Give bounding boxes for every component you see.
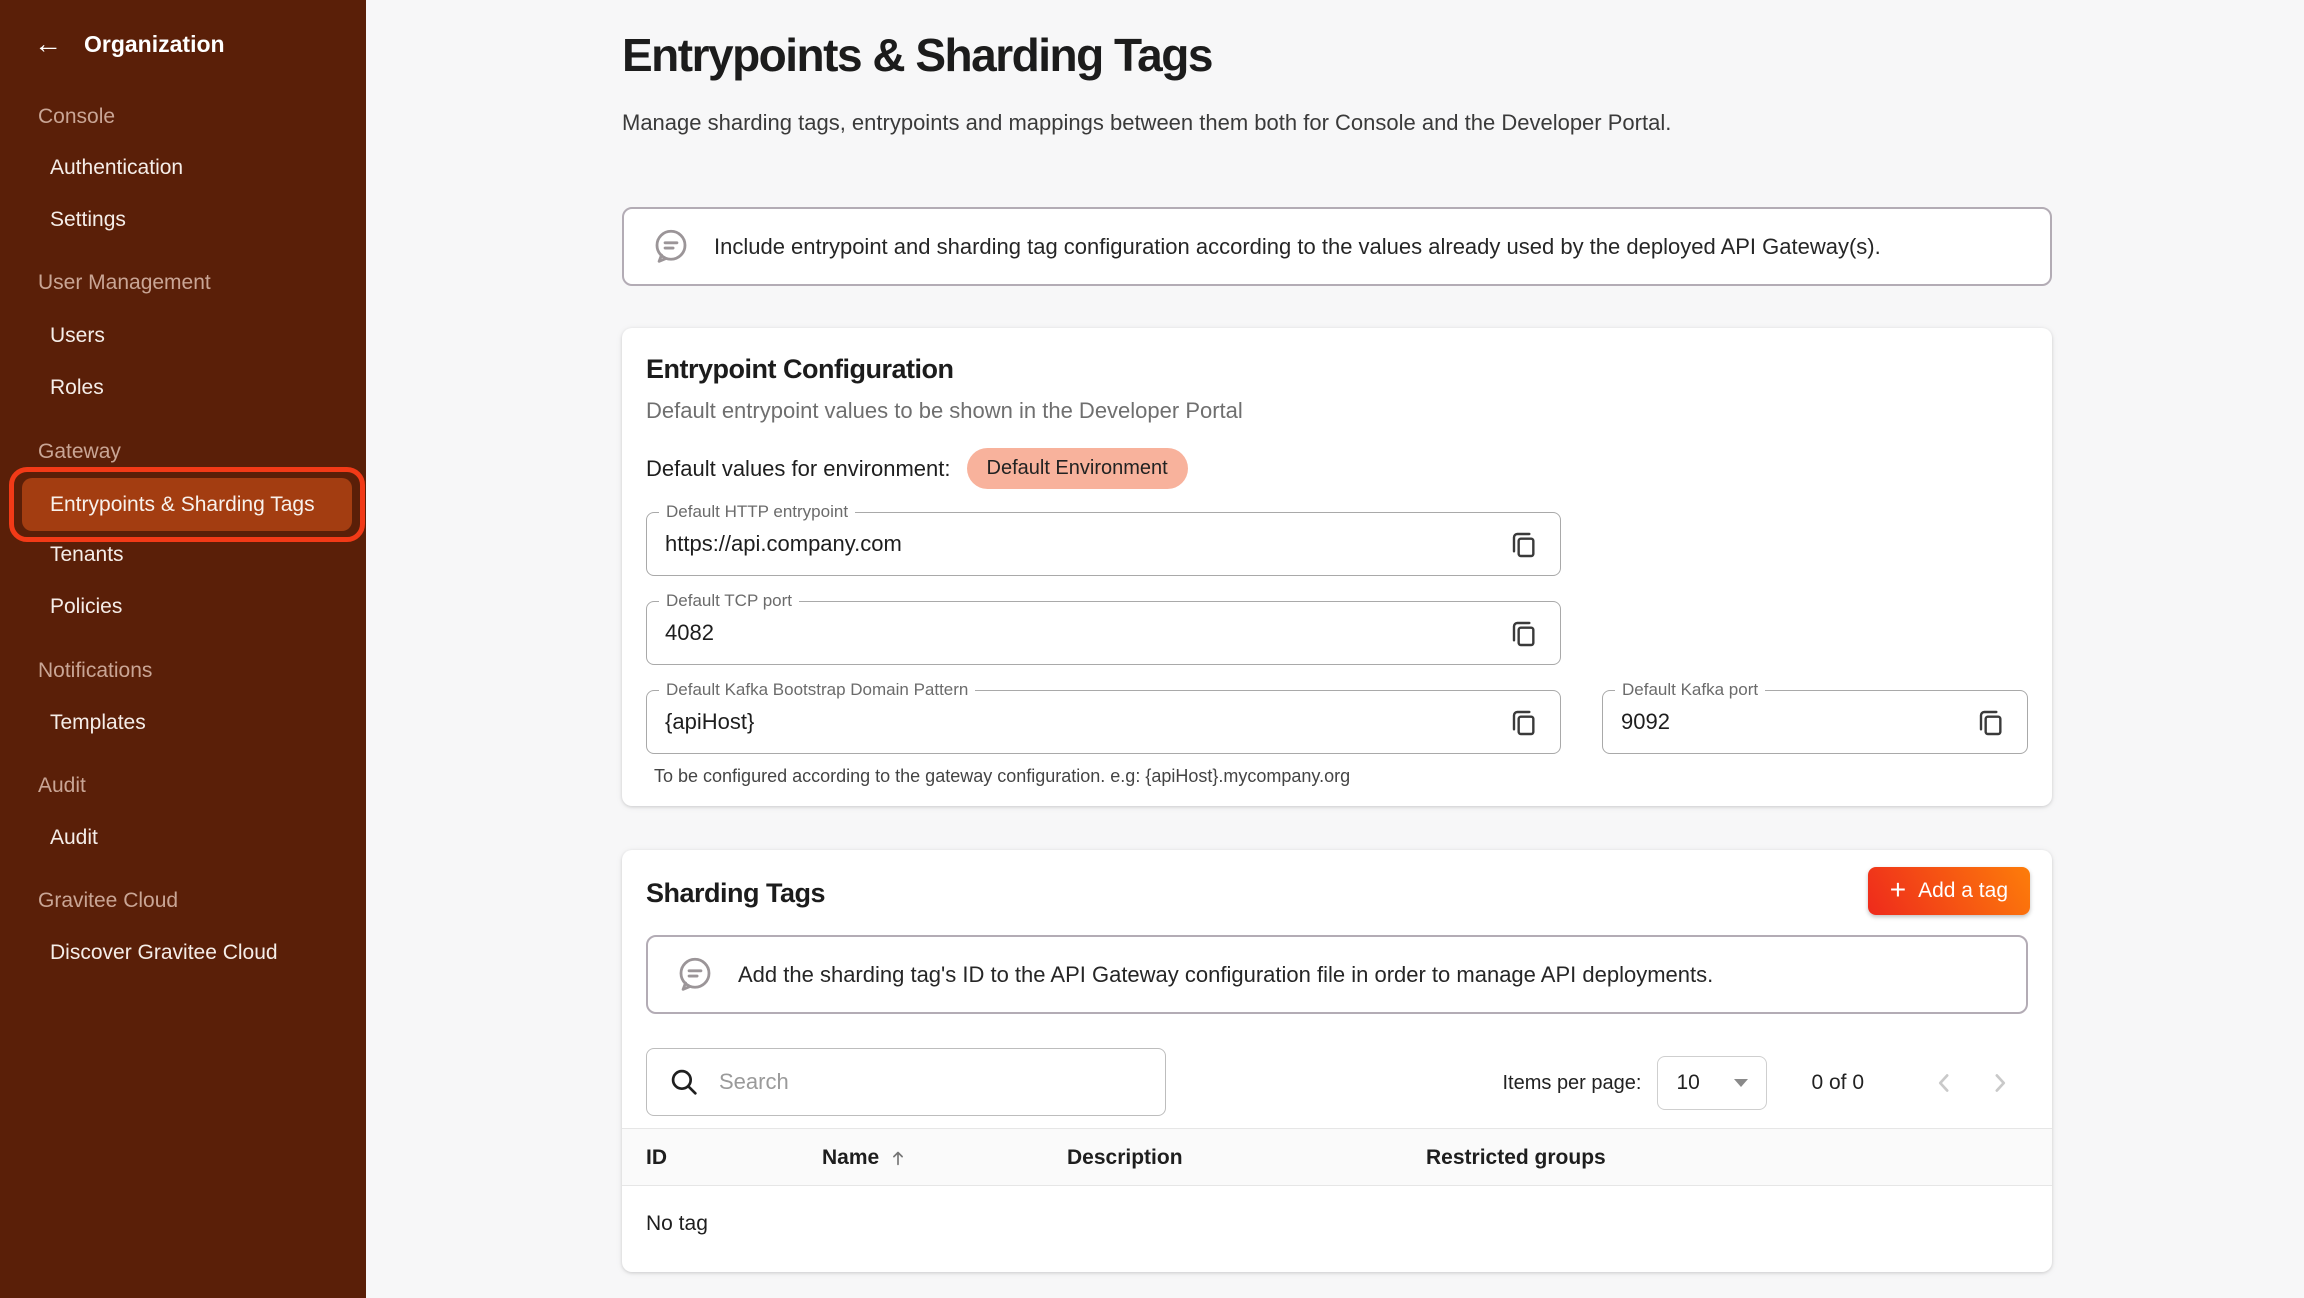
sidebar-item-roles[interactable]: Roles [0, 372, 366, 404]
chevron-down-icon [1734, 1079, 1748, 1087]
chevron-left-icon [1929, 1068, 1959, 1098]
sidebar-item-discover-gravitee-cloud[interactable]: Discover Gravitee Cloud [0, 937, 366, 969]
entrypoint-config-subtitle: Default entrypoint values to be shown in… [646, 398, 1243, 424]
sidebar-section-gateway: Gateway [0, 436, 366, 468]
column-header-id: ID [646, 1129, 667, 1187]
table-header: ID Name Description Restricted groups [622, 1128, 2052, 1186]
sidebar-section-console: Console [0, 101, 366, 133]
sidebar-item-tenants[interactable]: Tenants [0, 539, 366, 571]
main-content: Entrypoints & Sharding Tags Manage shard… [366, 0, 2304, 1298]
column-header-name-label: Name [822, 1129, 879, 1187]
page-title: Entrypoints & Sharding Tags [622, 28, 1212, 82]
entrypoint-config-title: Entrypoint Configuration [646, 354, 953, 385]
items-per-page-select[interactable]: 10 [1657, 1056, 1767, 1110]
sort-ascending-icon [887, 1147, 909, 1169]
next-page-button[interactable] [1972, 1055, 2028, 1111]
environment-row: Default values for environment: Default … [646, 448, 1188, 489]
entrypoint-configuration-card: Entrypoint Configuration Default entrypo… [622, 328, 2052, 806]
sidebar-item-entrypoints-sharding-tags[interactable]: Entrypoints & Sharding Tags [22, 478, 352, 531]
info-banner: Include entrypoint and sharding tag conf… [622, 207, 2052, 286]
kafka-domain-hint: To be configured according to the gatewa… [654, 766, 1350, 787]
http-entrypoint-field: Default HTTP entrypoint [646, 512, 1561, 576]
items-per-page-label: Items per page: [1502, 1072, 1641, 1095]
sidebar-item-templates[interactable]: Templates [0, 707, 366, 739]
environment-badge: Default Environment [967, 448, 1188, 489]
sidebar-item-audit[interactable]: Audit [0, 822, 366, 854]
sidebar-item-settings[interactable]: Settings [0, 204, 366, 236]
sidebar-header: ← Organization [0, 28, 366, 60]
kafka-port-field: Default Kafka port [1602, 690, 2028, 754]
sidebar: ← Organization Console Authentication Se… [0, 0, 366, 1298]
paginator: Items per page: 10 0 of 0 [1502, 1055, 2028, 1111]
sidebar-section-user-management: User Management [0, 267, 366, 299]
kafka-port-input[interactable] [1621, 691, 1955, 753]
sidebar-item-users[interactable]: Users [0, 320, 366, 352]
items-per-page-value: 10 [1676, 1071, 1699, 1095]
http-entrypoint-input[interactable] [665, 513, 1488, 575]
sidebar-section-audit: Audit [0, 770, 366, 802]
table-empty-row: No tag [646, 1212, 708, 1236]
page-range-label: 0 of 0 [1811, 1071, 1864, 1095]
chevron-right-icon [1985, 1068, 2015, 1098]
kafka-domain-field: Default Kafka Bootstrap Domain Pattern [646, 690, 1561, 754]
search-box [646, 1048, 1166, 1116]
column-header-description: Description [1067, 1129, 1183, 1187]
sharding-tags-card: Sharding Tags + Add a tag Add the shardi… [622, 850, 2052, 1272]
sidebar-title: Organization [84, 28, 225, 60]
tcp-port-input[interactable] [665, 602, 1488, 664]
search-input[interactable] [719, 1069, 1145, 1095]
column-header-restricted-groups: Restricted groups [1426, 1129, 1606, 1187]
copy-icon[interactable] [1504, 702, 1544, 742]
previous-page-button[interactable] [1916, 1055, 1972, 1111]
sidebar-item-policies[interactable]: Policies [0, 591, 366, 623]
sidebar-section-notifications: Notifications [0, 655, 366, 687]
tcp-port-field: Default TCP port [646, 601, 1561, 665]
page-subtitle: Manage sharding tags, entrypoints and ma… [622, 110, 1671, 136]
kafka-domain-input[interactable] [665, 691, 1488, 753]
sharding-info-banner-text: Add the sharding tag's ID to the API Gat… [738, 962, 1713, 988]
search-icon [667, 1065, 701, 1099]
sidebar-section-gravitee-cloud: Gravitee Cloud [0, 885, 366, 917]
add-tag-label: Add a tag [1918, 879, 2008, 903]
info-banner-text: Include entrypoint and sharding tag conf… [714, 234, 1881, 260]
sidebar-item-authentication[interactable]: Authentication [0, 152, 366, 184]
plus-icon: + [1890, 876, 1906, 904]
sharding-info-banner: Add the sharding tag's ID to the API Gat… [646, 935, 2028, 1014]
add-tag-button[interactable]: + Add a tag [1868, 867, 2030, 915]
message-bubble-icon [650, 226, 692, 268]
app-root: ← Organization Console Authentication Se… [0, 0, 2304, 1298]
sharding-tags-title: Sharding Tags [646, 878, 825, 909]
message-bubble-icon [674, 954, 716, 996]
copy-icon[interactable] [1971, 702, 2011, 742]
back-arrow-icon[interactable]: ← [34, 28, 62, 60]
copy-icon[interactable] [1504, 613, 1544, 653]
copy-icon[interactable] [1504, 524, 1544, 564]
environment-label: Default values for environment: [646, 456, 951, 482]
sidebar-active-label: Entrypoints & Sharding Tags [50, 493, 315, 517]
column-header-name[interactable]: Name [822, 1129, 909, 1187]
